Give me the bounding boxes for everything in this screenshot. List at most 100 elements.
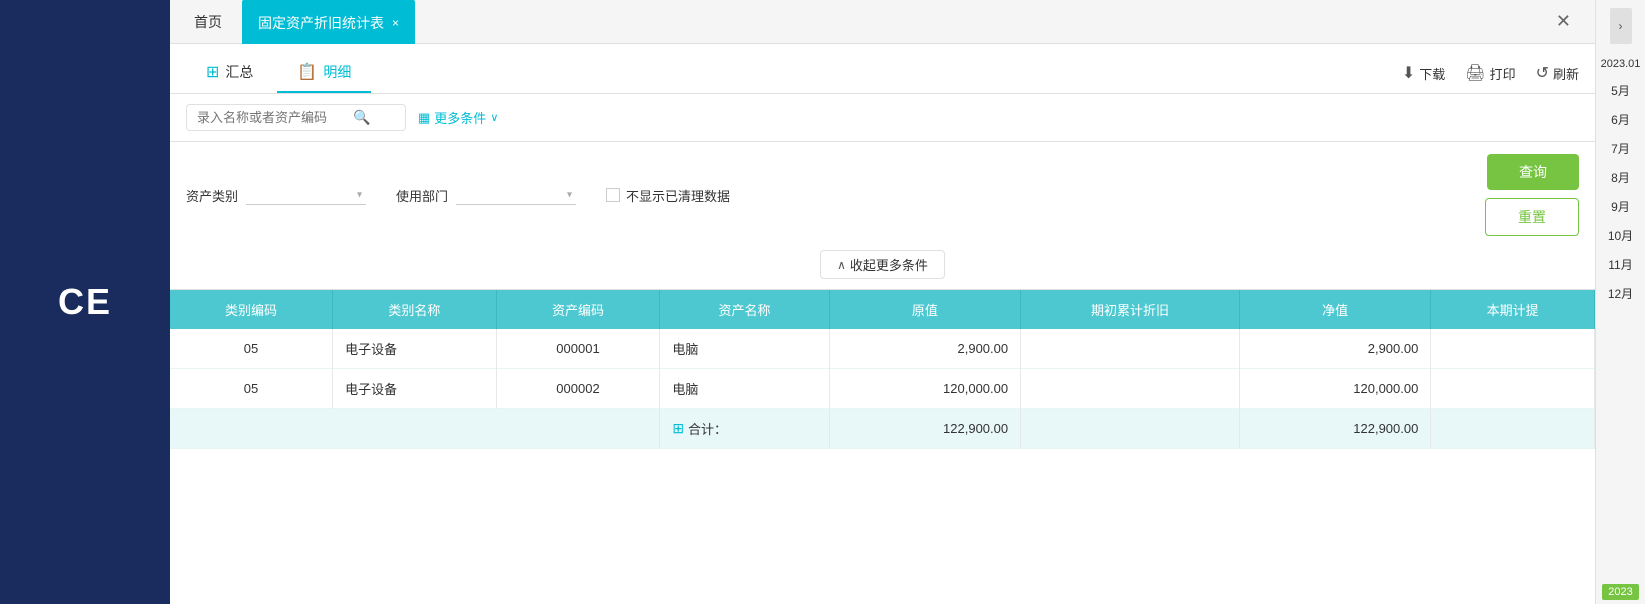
filter-row-1: 资产类别 ▾ 使用部门 ▾ 不显示已清理数 — [186, 154, 1579, 236]
search-input-wrap[interactable]: 🔍 — [186, 104, 406, 131]
print-icon: 🖨 — [1465, 63, 1485, 83]
month-item[interactable]: 11月 — [1604, 250, 1637, 279]
department-select-wrap[interactable]: ▾ — [456, 185, 576, 205]
month-item[interactable]: 5月 — [1604, 76, 1637, 105]
reset-button[interactable]: 重置 — [1485, 198, 1579, 236]
summary-current-depreciation — [1431, 409, 1595, 449]
cell-category-code: 05 — [170, 329, 333, 369]
department-select[interactable] — [456, 185, 576, 205]
query-button[interactable]: 查询 — [1487, 154, 1579, 190]
cell-category-name: 电子设备 — [333, 369, 497, 409]
asset-category-label: 资产类别 — [186, 186, 238, 205]
toolbar-tabs: ⊞ 汇总 📋 明细 ⬇ 下载 🖨 打印 ↺ 刷新 — [170, 44, 1595, 94]
cell-accumulated-depreciation — [1021, 369, 1240, 409]
hide-cleared-checkbox[interactable]: 不显示已清理数据 — [606, 186, 730, 205]
asset-category-select[interactable] — [246, 185, 366, 205]
data-table: 类别编码 类别名称 资产编码 资产名称 原值 期初累计折旧 净值 本期计提 05… — [170, 290, 1595, 449]
logo-text: CE — [58, 281, 112, 323]
month-item[interactable]: 8月 — [1604, 163, 1637, 192]
summary-net-value: 122,900.00 — [1239, 409, 1430, 449]
col-accumulated-depreciation: 期初累计折旧 — [1021, 290, 1240, 329]
sidebar-logo: CE — [0, 0, 170, 604]
cell-current-depreciation — [1431, 369, 1595, 409]
cell-accumulated-depreciation — [1021, 329, 1240, 369]
search-icon: 🔍 — [353, 109, 370, 126]
nav-home[interactable]: 首页 — [178, 0, 238, 44]
col-current-depreciation: 本期计提 — [1431, 290, 1595, 329]
hide-cleared-checkbox-box[interactable] — [606, 188, 620, 202]
col-category-code: 类别编码 — [170, 290, 333, 329]
download-icon: ⬇ — [1402, 63, 1415, 83]
month-item[interactable]: 6月 — [1604, 105, 1637, 134]
summary-label: ⊞ 合计： — [660, 409, 829, 449]
asset-category-field: 资产类别 ▾ — [186, 185, 366, 205]
table-header-row: 类别编码 类别名称 资产编码 资产名称 原值 期初累计折旧 净值 本期计提 — [170, 290, 1595, 329]
cell-asset-name: 电脑 — [660, 329, 829, 369]
cell-current-depreciation — [1431, 329, 1595, 369]
filter-buttons: 查询 重置 — [1485, 154, 1579, 236]
right-panel: › 2023.01 5月6月7月8月9月10月11月12月 2023 — [1595, 0, 1645, 604]
cell-category-code: 05 — [170, 369, 333, 409]
chevron-down-icon: ∨ — [490, 111, 498, 124]
top-nav: 首页 固定资产折旧统计表 × ✕ — [170, 0, 1595, 44]
tab-detail[interactable]: 📋 明细 — [277, 53, 371, 93]
active-nav-tab[interactable]: 固定资产折旧统计表 × — [242, 0, 415, 44]
search-input[interactable] — [197, 110, 347, 125]
col-category-name: 类别名称 — [333, 290, 497, 329]
summary-accumulated-depreciation — [1021, 409, 1240, 449]
nav-tab-close-icon[interactable]: × — [392, 16, 399, 30]
hide-cleared-label: 不显示已清理数据 — [626, 186, 730, 205]
month-item[interactable]: 12月 — [1604, 279, 1637, 308]
col-original-value: 原值 — [829, 290, 1020, 329]
cell-asset-code: 000002 — [496, 369, 660, 409]
nav-tab-label: 固定资产折旧统计表 — [258, 13, 384, 33]
month-item[interactable]: 10月 — [1604, 221, 1637, 250]
filter-icon: ▦ — [418, 110, 430, 126]
table-row: 05 电子设备 000002 电脑 120,000.00 120,000.00 — [170, 369, 1595, 409]
months-container: 5月6月7月8月9月10月11月12月 — [1604, 76, 1637, 308]
summary-label-cell — [170, 409, 660, 449]
year-badge: 2023 — [1602, 584, 1638, 600]
tab-detail-label: 明细 — [323, 62, 351, 82]
print-action[interactable]: 🖨 打印 — [1465, 63, 1515, 83]
refresh-action[interactable]: ↺ 刷新 — [1536, 63, 1579, 83]
collapse-row: ∧ 收起更多条件 — [186, 244, 1579, 281]
more-conditions-label: 更多条件 — [434, 108, 486, 127]
month-item[interactable]: 7月 — [1604, 134, 1637, 163]
more-conditions-button[interactable]: ▦ 更多条件 ∨ — [418, 108, 498, 127]
download-action[interactable]: ⬇ 下载 — [1402, 63, 1445, 83]
cell-asset-name: 电脑 — [660, 369, 829, 409]
date-display: 2023.01 — [1599, 54, 1643, 74]
window-close-button[interactable]: ✕ — [1540, 11, 1587, 32]
col-asset-code: 资产编码 — [496, 290, 660, 329]
cell-original-value: 2,900.00 — [829, 329, 1020, 369]
download-label: 下载 — [1419, 64, 1445, 83]
print-label: 打印 — [1490, 64, 1516, 83]
month-item[interactable]: 9月 — [1604, 192, 1637, 221]
summary-row: ⊞ 合计： 122,900.00 122,900.00 — [170, 409, 1595, 449]
col-net-value: 净值 — [1239, 290, 1430, 329]
advanced-filter-panel: 资产类别 ▾ 使用部门 ▾ 不显示已清理数 — [170, 142, 1595, 290]
cell-asset-code: 000001 — [496, 329, 660, 369]
collapse-button[interactable]: ∧ 收起更多条件 — [820, 250, 945, 279]
table-row: 05 电子设备 000001 电脑 2,900.00 2,900.00 — [170, 329, 1595, 369]
col-asset-name: 资产名称 — [660, 290, 829, 329]
department-label: 使用部门 — [396, 186, 448, 205]
refresh-icon: ↺ — [1536, 63, 1549, 83]
tab-group: ⊞ 汇总 📋 明细 — [186, 53, 371, 93]
summary-original-value: 122,900.00 — [829, 409, 1020, 449]
cell-category-name: 电子设备 — [333, 329, 497, 369]
stack-icon: ⊞ — [206, 62, 219, 82]
sum-icon: ⊞ — [672, 420, 684, 437]
right-panel-arrow-button[interactable]: › — [1610, 8, 1632, 44]
tab-summary[interactable]: ⊞ 汇总 — [186, 53, 273, 93]
tab-summary-label: 汇总 — [225, 62, 253, 82]
detail-icon: 📋 — [297, 62, 317, 82]
cell-net-value: 120,000.00 — [1239, 369, 1430, 409]
cell-original-value: 120,000.00 — [829, 369, 1020, 409]
asset-category-select-wrap[interactable]: ▾ — [246, 185, 366, 205]
search-filter-bar: 🔍 ▦ 更多条件 ∨ — [170, 94, 1595, 142]
collapse-label: 收起更多条件 — [850, 255, 928, 274]
data-table-container: 类别编码 类别名称 资产编码 资产名称 原值 期初累计折旧 净值 本期计提 05… — [170, 290, 1595, 604]
department-field: 使用部门 ▾ — [396, 185, 576, 205]
